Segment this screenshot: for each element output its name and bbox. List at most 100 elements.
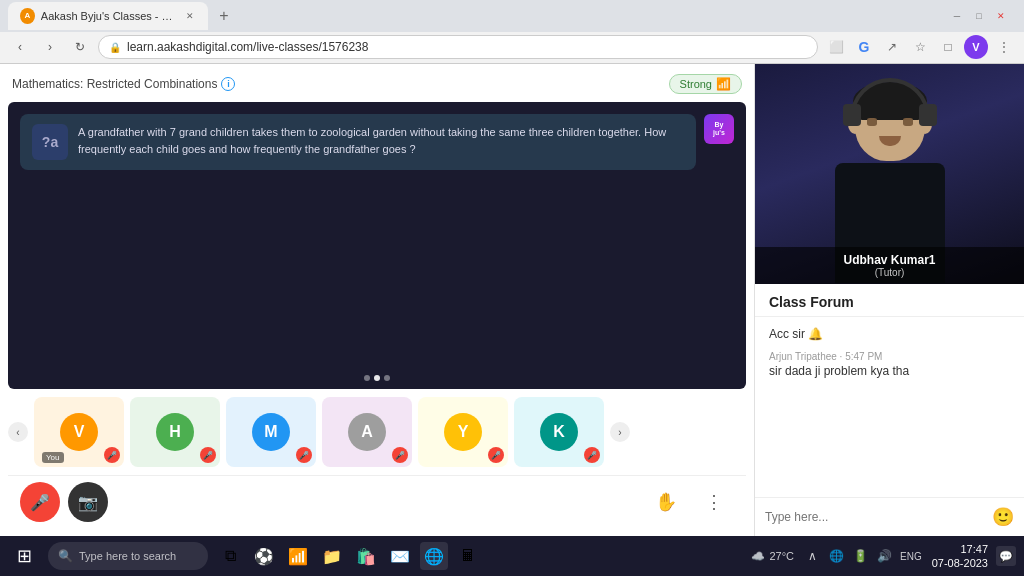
- mic-off-badge-h: 🎤: [200, 447, 216, 463]
- mic-off-badge-a: 🎤: [392, 447, 408, 463]
- menu-button[interactable]: ⋮: [992, 35, 1016, 59]
- notification-button[interactable]: 💬: [996, 546, 1016, 566]
- question-icon: ?a: [32, 124, 68, 160]
- participant-card-m: M 🎤: [226, 397, 316, 467]
- clock-time: 17:47: [932, 542, 988, 556]
- share-button[interactable]: ↗: [880, 35, 904, 59]
- start-button[interactable]: ⊞: [8, 540, 40, 572]
- clock-date: 07-08-2023: [932, 556, 988, 570]
- extension-button[interactable]: □: [936, 35, 960, 59]
- chat-section: Class Forum Acc sir 🔔 Arjun Tripathee · …: [755, 284, 1024, 536]
- signal-label: Strong: [680, 78, 712, 90]
- minimize-button[interactable]: ─: [950, 9, 964, 23]
- close-window-button[interactable]: ✕: [994, 9, 1008, 23]
- left-panel: Mathematics: Restricted Combinations i S…: [0, 64, 754, 536]
- profile-button[interactable]: V: [964, 35, 988, 59]
- taskbar-calc[interactable]: 🖩: [454, 542, 482, 570]
- browser-chrome: A Aakash Byju's Classes - Perm ✕ + ─ □ ✕…: [0, 0, 1024, 64]
- tray-network[interactable]: 🌐: [826, 546, 846, 566]
- taskbar-chrome[interactable]: 🌐: [420, 542, 448, 570]
- taskbar-search-text: Type here to search: [79, 550, 176, 562]
- next-participant-button[interactable]: ›: [610, 422, 630, 442]
- chat-message-meta-2: Arjun Tripathee · 5:47 PM: [769, 351, 1010, 362]
- you-badge: You: [42, 452, 64, 463]
- participant-card-a: A 🎤: [322, 397, 412, 467]
- taskbar-mail[interactable]: ✉️: [386, 542, 414, 570]
- tray-expand[interactable]: ∧: [802, 546, 822, 566]
- mic-off-badge-v: 🎤: [104, 447, 120, 463]
- taskbar-search[interactable]: 🔍 Type here to search: [48, 542, 208, 570]
- taskbar-explorer[interactable]: 📁: [318, 542, 346, 570]
- search-icon: 🔍: [58, 549, 73, 563]
- participant-avatar-h: H: [156, 413, 194, 451]
- maximize-button[interactable]: □: [972, 9, 986, 23]
- bookmark-button[interactable]: ☆: [908, 35, 932, 59]
- tray-volume[interactable]: 🔊: [874, 546, 894, 566]
- tray-lang: ENG: [898, 546, 924, 566]
- top-bar: Mathematics: Restricted Combinations i S…: [8, 72, 746, 96]
- taskbar-app-icons: ⧉ ⚽ 📶 📁 🛍️ ✉️ 🌐 🖩: [216, 542, 482, 570]
- headphone-pad-left: [843, 104, 861, 126]
- emoji-button[interactable]: 🙂: [992, 506, 1014, 528]
- mute-button[interactable]: 🎤: [20, 482, 60, 522]
- new-tab-button[interactable]: +: [212, 4, 236, 28]
- tab-bar: A Aakash Byju's Classes - Perm ✕ + ─ □ ✕: [0, 0, 1024, 32]
- google-button[interactable]: G: [852, 35, 876, 59]
- info-icon[interactable]: i: [221, 77, 235, 91]
- system-tray: ∧ 🌐 🔋 🔊 ENG: [802, 546, 924, 566]
- tutor-video: Udbhav Kumar1 (Tutor): [755, 64, 1024, 284]
- camera-button[interactable]: 📷: [68, 482, 108, 522]
- more-options-button[interactable]: ⋮: [694, 482, 734, 522]
- video-area: ?a A grandfather with 7 grand children t…: [8, 102, 746, 389]
- prev-participant-button[interactable]: ‹: [8, 422, 28, 442]
- participants-row: ‹ V You 🎤 H 🎤 M 🎤 A 🎤 Y 🎤: [8, 395, 746, 469]
- taskbar-wifi[interactable]: 📶: [284, 542, 312, 570]
- tutor-role: (Tutor): [761, 267, 1018, 278]
- address-bar[interactable]: 🔒 learn.aakashdigital.com/live-classes/1…: [98, 35, 818, 59]
- participant-avatar-v: V: [60, 413, 98, 451]
- headphone-pad-right: [919, 104, 937, 126]
- taskbar-store[interactable]: 🛍️: [352, 542, 380, 570]
- window-controls: ─ □ ✕: [950, 9, 1016, 23]
- slide-dot: [384, 375, 390, 381]
- main-content: Mathematics: Restricted Combinations i S…: [0, 64, 1024, 536]
- active-tab[interactable]: A Aakash Byju's Classes - Perm ✕: [8, 2, 208, 30]
- tray-battery[interactable]: 🔋: [850, 546, 870, 566]
- question-card: ?a A grandfather with 7 grand children t…: [20, 114, 696, 170]
- clock: 17:47 07-08-2023: [932, 542, 988, 571]
- nav-bar: ‹ › ↻ 🔒 learn.aakashdigital.com/live-cla…: [0, 32, 1024, 64]
- participant-avatar-y: Y: [444, 413, 482, 451]
- participant-card-k: K 🎤: [514, 397, 604, 467]
- weather-temp: 27°C: [769, 550, 794, 562]
- task-view-button[interactable]: ⧉: [216, 542, 244, 570]
- signal-badge: Strong 📶: [669, 74, 742, 94]
- chat-header: Class Forum: [755, 284, 1024, 317]
- participant-avatar-m: M: [252, 413, 290, 451]
- chat-messages: Acc sir 🔔 Arjun Tripathee · 5:47 PM sir …: [755, 317, 1024, 497]
- participant-card-you: V You 🎤: [34, 397, 124, 467]
- back-button[interactable]: ‹: [8, 35, 32, 59]
- tab-close-button[interactable]: ✕: [183, 9, 196, 23]
- refresh-button[interactable]: ↻: [68, 35, 92, 59]
- cast-button[interactable]: ⬜: [824, 35, 848, 59]
- participant-avatar-k: K: [540, 413, 578, 451]
- url-text: learn.aakashdigital.com/live-classes/157…: [127, 40, 368, 54]
- raise-hand-button[interactable]: ✋: [646, 482, 686, 522]
- mic-off-badge-m: 🎤: [296, 447, 312, 463]
- slide-dot: [364, 375, 370, 381]
- forward-button[interactable]: ›: [38, 35, 62, 59]
- taskbar: ⊞ 🔍 Type here to search ⧉ ⚽ 📶 📁 🛍️ ✉️ 🌐 …: [0, 536, 1024, 576]
- mic-off-badge-k: 🎤: [584, 447, 600, 463]
- chat-input-row: 🙂: [755, 497, 1024, 536]
- taskbar-right: ☁️ 27°C ∧ 🌐 🔋 🔊 ENG 17:47 07-08-2023 💬: [751, 542, 1016, 571]
- tutor-name: Udbhav Kumar1: [761, 253, 1018, 267]
- chat-message-2: Arjun Tripathee · 5:47 PM sir dada ji pr…: [769, 351, 1010, 378]
- right-panel: Udbhav Kumar1 (Tutor) Class Forum Acc si…: [754, 64, 1024, 536]
- nav-actions: ⬜ G ↗ ☆ □ V ⋮: [824, 35, 1016, 59]
- taskbar-soccer[interactable]: ⚽: [250, 542, 278, 570]
- chat-message-1: Acc sir 🔔: [769, 327, 1010, 341]
- weather-info: ☁️ 27°C: [751, 550, 794, 563]
- participant-card-y: Y 🎤: [418, 397, 508, 467]
- chat-message-text-1: Acc sir 🔔: [769, 327, 1010, 341]
- chat-input[interactable]: [765, 510, 986, 524]
